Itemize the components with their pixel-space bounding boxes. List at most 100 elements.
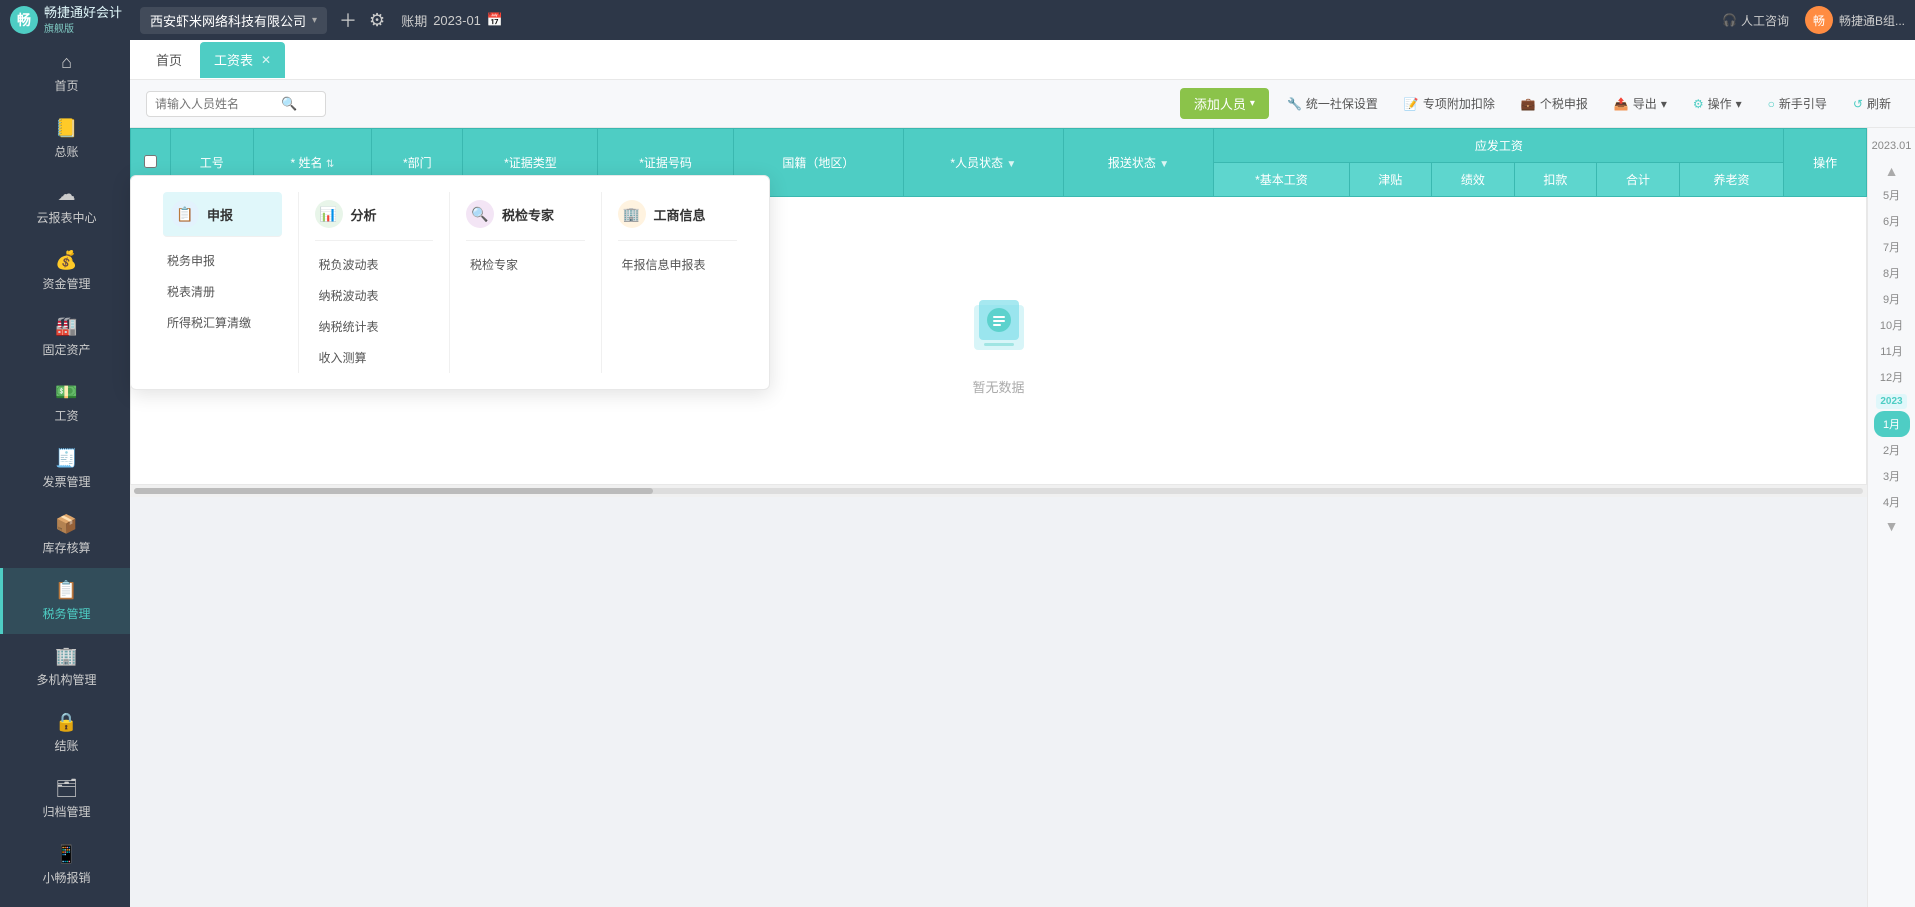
timeline-month-7[interactable]: 7月: [1868, 234, 1915, 260]
th-allowance: 津贴: [1349, 163, 1432, 197]
sidebar-item-xiaochang[interactable]: 📱 小畅报销: [0, 832, 130, 898]
refresh-icon: ↺: [1853, 97, 1863, 111]
sidebar-item-fixed-assets[interactable]: 🏭 固定资产: [0, 304, 130, 370]
timeline-month-4[interactable]: 4月: [1868, 489, 1915, 515]
tax-dropdown-menu: 📋 申报 税务申报 税表清册 所得税汇算清缴 📊 分析 税负波动表 纳税波动表 …: [130, 175, 770, 390]
individual-tax-label: 个税申报: [1540, 95, 1588, 112]
menu-item-tax-stats[interactable]: 纳税统计表: [315, 311, 434, 342]
th-person-status: *人员状态 ▼: [904, 129, 1063, 197]
th-operation: 操作: [1784, 129, 1867, 197]
menu-item-tax-fluctuation[interactable]: 纳税波动表: [315, 280, 434, 311]
refresh-btn[interactable]: ↺ 刷新: [1845, 91, 1899, 116]
sidebar-label-tax: 税务管理: [42, 605, 90, 622]
individual-tax-icon: 💼: [1521, 97, 1536, 111]
headset-icon: 🎧: [1722, 13, 1737, 27]
sidebar-label-fixed-assets: 固定资产: [42, 341, 90, 358]
sidebar-item-fund[interactable]: 💰 资金管理: [0, 238, 130, 304]
individual-tax-btn[interactable]: 💼 个税申报: [1513, 91, 1596, 116]
menu-item-tax-expert[interactable]: 税检专家: [466, 249, 585, 280]
sidebar-label-cloud-report: 云报表中心: [36, 209, 96, 226]
sidebar-item-tax[interactable]: 📋 税务管理: [0, 568, 130, 634]
lock-icon: 🔒: [55, 712, 77, 733]
sidebar-item-basic-settings[interactable]: ⚙ 基础设置: [0, 898, 130, 907]
analysis-icon: 📊: [315, 200, 343, 228]
timeline-month-10[interactable]: 10月: [1868, 312, 1915, 338]
select-all-checkbox[interactable]: [144, 155, 157, 168]
menu-item-tax-burden[interactable]: 税负波动表: [315, 249, 434, 280]
operation-icon: ⚙: [1693, 97, 1704, 111]
timeline-up-icon[interactable]: ▲: [1881, 160, 1903, 182]
timeline-month-6[interactable]: 6月: [1868, 208, 1915, 234]
company-selector[interactable]: 西安虾米网络科技有限公司 ▾: [140, 7, 327, 34]
period-label: 账期: [401, 11, 427, 30]
timeline-month-9[interactable]: 9月: [1868, 286, 1915, 312]
new-guide-btn[interactable]: ○ 新手引导: [1760, 91, 1835, 116]
report-status-filter-icon[interactable]: ▼: [1159, 159, 1169, 170]
accounting-period: 账期 2023-01 📅: [401, 11, 503, 30]
tab-bar: 首页 工资表 ✕: [130, 40, 1915, 80]
timeline-month-2[interactable]: 2月: [1868, 437, 1915, 463]
sidebar-item-archive[interactable]: 🗂 归档管理: [0, 766, 130, 832]
customer-service-btn[interactable]: 🎧 人工咨询: [1722, 12, 1789, 29]
menu-section-declaration: 📋 申报 税务申报 税表清册 所得税汇算清缴: [147, 192, 299, 373]
section-title-business-info: 工商信息: [654, 205, 706, 224]
sidebar-label-home: 首页: [54, 77, 78, 94]
operation-btn[interactable]: ⚙ 操作 ▾: [1685, 91, 1750, 116]
sidebar-item-multi-org[interactable]: 🏢 多机构管理: [0, 634, 130, 700]
th-base-salary: *基本工资: [1214, 163, 1349, 197]
menu-item-tax-form[interactable]: 税表清册: [163, 276, 282, 307]
sidebar-item-salary[interactable]: 💵 工资: [0, 370, 130, 436]
tab-salary[interactable]: 工资表 ✕: [200, 42, 285, 78]
timeline-month-1[interactable]: 1月: [1874, 411, 1910, 437]
sort-icon[interactable]: ⇅: [326, 159, 334, 170]
sidebar-item-inventory[interactable]: 📦 库存核算: [0, 502, 130, 568]
archive-icon: 🗂: [55, 778, 78, 799]
section-title-tax-expert: 税检专家: [502, 205, 554, 224]
tab-home[interactable]: 首页: [142, 42, 196, 78]
settings-icon[interactable]: ⚙: [369, 10, 385, 31]
calendar-icon[interactable]: 📅: [487, 12, 503, 28]
sidebar-item-ledger[interactable]: 📒 总账: [0, 106, 130, 172]
user-info[interactable]: 畅 畅捷通B组...: [1805, 6, 1905, 34]
timeline-month-5[interactable]: 5月: [1868, 182, 1915, 208]
tax-expert-icon: 🔍: [466, 200, 494, 228]
sidebar-item-closing[interactable]: 🔒 结账: [0, 700, 130, 766]
th-deduction: 扣款: [1514, 163, 1597, 197]
timeline-month-3[interactable]: 3月: [1868, 463, 1915, 489]
menu-item-tax-declaration[interactable]: 税务申报: [163, 245, 282, 276]
right-timeline: 2023.01 ▲ 5月 6月 7月 8月 9月 10月 11月 12月 202…: [1867, 128, 1915, 907]
top-bar: 畅 畅捷通好会计 旗舰版 西安虾米网络科技有限公司 ▾ ＋ ⚙ 账期 2023-…: [0, 0, 1915, 40]
social-security-label: 统一社保设置: [1306, 95, 1378, 112]
scroll-thumb[interactable]: [134, 488, 653, 494]
timeline-down-icon[interactable]: ▼: [1881, 515, 1903, 537]
social-security-btn[interactable]: 🔧 统一社保设置: [1279, 91, 1386, 116]
person-status-filter-icon[interactable]: ▼: [1006, 159, 1016, 170]
sidebar-item-home[interactable]: ⌂ 首页: [0, 40, 130, 106]
menu-item-annual-report[interactable]: 年报信息申报表: [618, 249, 738, 280]
export-icon: 📤: [1614, 97, 1629, 111]
empty-text: 暂无数据: [972, 377, 1024, 396]
timeline-month-12[interactable]: 12月: [1868, 364, 1915, 390]
timeline-month-11[interactable]: 11月: [1868, 338, 1915, 364]
horizontal-scrollbar[interactable]: [130, 485, 1867, 497]
main-layout: ⌂ 首页 📒 总账 ☁ 云报表中心 💰 资金管理 🏭 固定资产 💵 工资 🧾 发…: [0, 40, 1915, 907]
menu-item-income-tax[interactable]: 所得税汇算清缴: [163, 307, 282, 338]
cloud-icon: ☁: [58, 184, 76, 205]
salary-icon: 💵: [55, 382, 77, 403]
special-deduction-btn[interactable]: 📝 专项附加扣除: [1396, 91, 1503, 116]
search-input[interactable]: [155, 97, 275, 111]
add-icon[interactable]: ＋: [339, 7, 357, 33]
export-btn[interactable]: 📤 导出 ▾: [1606, 91, 1675, 116]
timeline-month-8[interactable]: 8月: [1868, 260, 1915, 286]
special-deduction-icon: 📝: [1404, 97, 1419, 111]
sidebar-item-invoice[interactable]: 🧾 发票管理: [0, 436, 130, 502]
th-report-status: 报送状态 ▼: [1063, 129, 1214, 197]
sidebar-item-cloud-report[interactable]: ☁ 云报表中心: [0, 172, 130, 238]
sidebar-label-ledger: 总账: [54, 143, 78, 160]
ledger-icon: 📒: [55, 118, 77, 139]
search-icon: 🔍: [281, 96, 297, 112]
add-person-button[interactable]: 添加人员 ▾: [1180, 88, 1269, 119]
menu-item-income-estimate[interactable]: 收入测算: [315, 342, 434, 373]
close-icon[interactable]: ✕: [261, 53, 271, 67]
timeline-year-2023: 2023: [1876, 394, 1906, 409]
